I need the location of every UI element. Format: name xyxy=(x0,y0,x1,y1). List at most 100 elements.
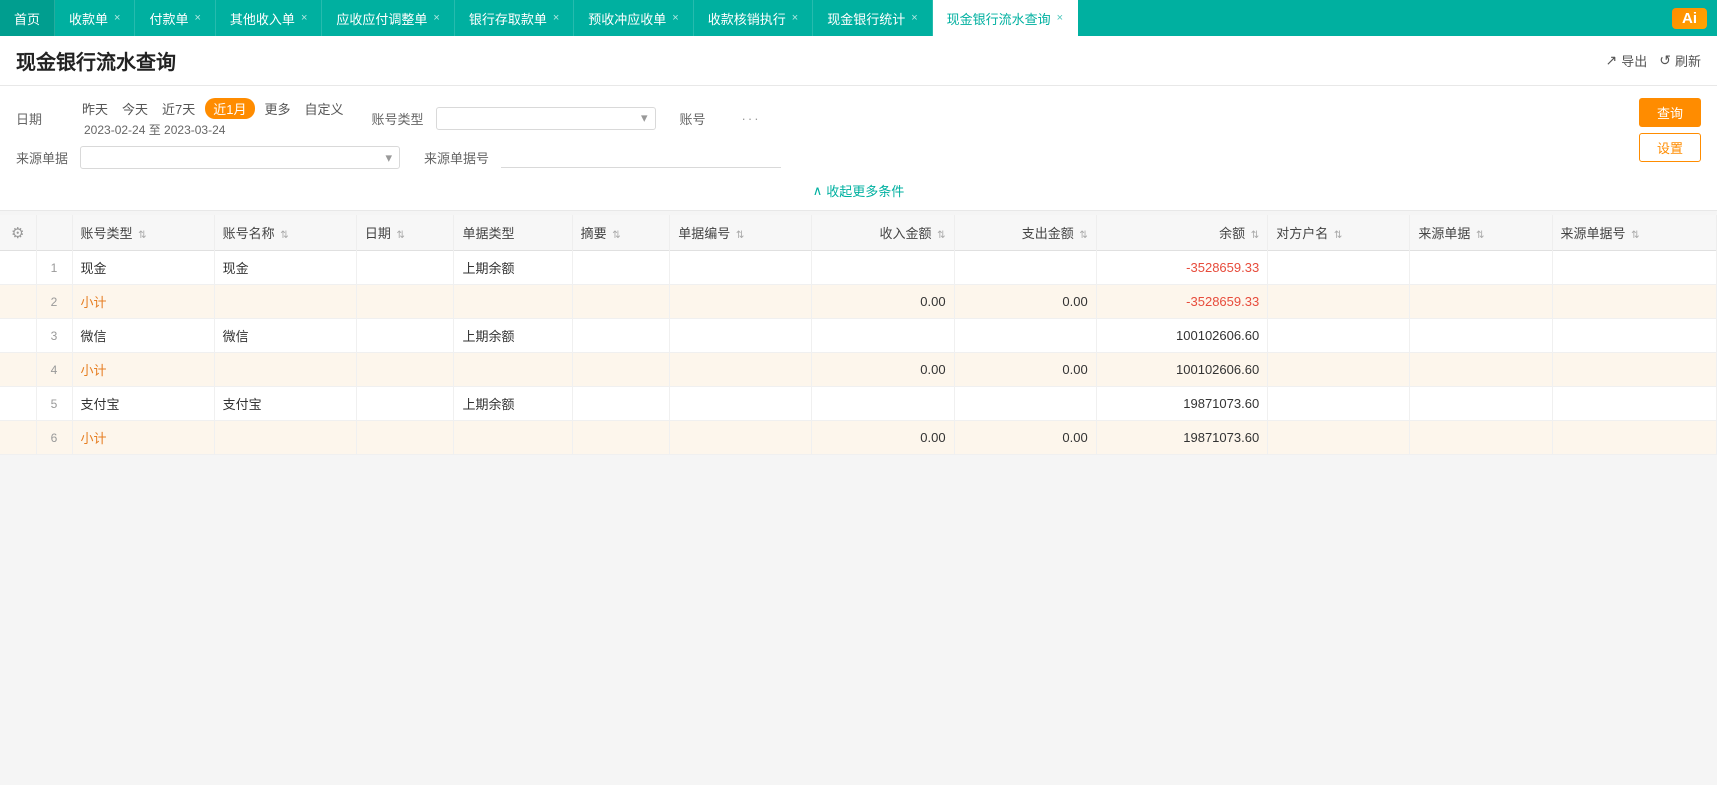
nav-item-pre-receipt[interactable]: 预收冲应收单 × xyxy=(574,0,693,36)
export-button[interactable]: ↗ 导出 xyxy=(1606,51,1648,70)
account-more-icon[interactable]: ··· xyxy=(742,111,761,126)
close-payment-icon[interactable]: × xyxy=(194,12,200,24)
nav-item-ar-ap-adjust[interactable]: 应收应付调整单 × xyxy=(322,0,454,36)
col-summary[interactable]: 摘要 ⇅ xyxy=(572,215,670,251)
collapse-bar[interactable]: ∧ 收起更多条件 xyxy=(16,177,1701,202)
source-doc-no-filter: 来源单据号 xyxy=(424,148,781,168)
row-income: 0.00 xyxy=(812,353,954,387)
source-doc-select[interactable] xyxy=(80,146,400,169)
sort-income-icon: ⇅ xyxy=(937,230,945,241)
close-receipt-icon[interactable]: × xyxy=(114,12,120,24)
nav-item-receipt-verify[interactable]: 收款核销执行 × xyxy=(694,0,813,36)
row-source-doc xyxy=(1410,421,1552,455)
col-doc-type: 单据类型 xyxy=(454,215,572,251)
nav-item-cash-bank-query[interactable]: 现金银行流水查询 × xyxy=(933,0,1078,36)
table-area: ⚙ 账号类型 ⇅ 账号名称 ⇅ 日期 ⇅ 单据类型 xyxy=(0,215,1717,455)
close-pre-receipt-icon[interactable]: × xyxy=(672,12,678,24)
col-account-name[interactable]: 账号名称 ⇅ xyxy=(214,215,356,251)
row-index-cell: 3 xyxy=(36,319,72,353)
col-settings[interactable]: ⚙ xyxy=(0,215,36,251)
sort-date-icon: ⇅ xyxy=(396,230,404,241)
col-doc-no[interactable]: 单据编号 ⇅ xyxy=(670,215,812,251)
close-bank-deposit-icon[interactable]: × xyxy=(553,12,559,24)
close-cash-bank-query-icon[interactable]: × xyxy=(1057,12,1063,24)
row-summary xyxy=(572,421,670,455)
account-type-select[interactable] xyxy=(436,107,656,130)
date-option-yesterday[interactable]: 昨天 xyxy=(78,98,112,119)
row-settings-cell xyxy=(0,285,36,319)
source-doc-filter: 来源单据 xyxy=(16,146,400,169)
row-source-doc-no xyxy=(1552,251,1717,285)
date-option-more[interactable]: 更多 xyxy=(261,98,295,119)
nav-ar-ap-label: 应收应付调整单 xyxy=(336,9,427,28)
sort-counterpart-icon: ⇅ xyxy=(1334,230,1342,241)
col-balance[interactable]: 余额 ⇅ xyxy=(1096,215,1267,251)
table-row: 4 小计 0.00 0.00 100102606.60 xyxy=(0,353,1717,387)
row-expense xyxy=(954,251,1096,285)
collapse-up-icon: ∧ xyxy=(813,183,823,199)
account-type-filter: 账号类型 xyxy=(372,107,656,130)
close-other-income-icon[interactable]: × xyxy=(301,12,307,24)
filter-area: 日期 昨天 今天 近7天 近1月 更多 自定义 2023-02-24 至 202… xyxy=(0,86,1717,211)
close-ar-ap-icon[interactable]: × xyxy=(433,12,439,24)
row-account-name: 支付宝 xyxy=(214,387,356,421)
nav-item-cash-bank-stats[interactable]: 现金银行统计 × xyxy=(813,0,932,36)
column-settings-icon[interactable]: ⚙ xyxy=(11,225,24,242)
ai-badge[interactable]: Ai xyxy=(1672,8,1707,29)
row-index-cell: 6 xyxy=(36,421,72,455)
col-source-doc-no[interactable]: 来源单据号 ⇅ xyxy=(1552,215,1717,251)
row-doc-type xyxy=(454,353,572,387)
refresh-icon: ↺ xyxy=(1659,52,1671,69)
row-doc-type xyxy=(454,421,572,455)
nav-home-label: 首页 xyxy=(14,9,40,28)
sort-source-doc-no-icon: ⇅ xyxy=(1631,230,1639,241)
row-settings-cell xyxy=(0,421,36,455)
row-account-name: 微信 xyxy=(214,319,356,353)
col-income[interactable]: 收入金额 ⇅ xyxy=(812,215,954,251)
row-date xyxy=(356,285,454,319)
date-option-today[interactable]: 今天 xyxy=(118,98,152,119)
collapse-label: 收起更多条件 xyxy=(826,181,904,200)
table-row: 1 现金 现金 上期余额 -3528659.33 xyxy=(0,251,1717,285)
row-summary xyxy=(572,319,670,353)
col-date[interactable]: 日期 ⇅ xyxy=(356,215,454,251)
nav-cash-bank-query-label: 现金银行流水查询 xyxy=(947,9,1051,28)
nav-item-bank-deposit[interactable]: 银行存取款单 × xyxy=(455,0,574,36)
close-receipt-verify-icon[interactable]: × xyxy=(792,12,798,24)
row-doc-no xyxy=(670,285,812,319)
row-settings-cell xyxy=(0,387,36,421)
date-option-7days[interactable]: 近7天 xyxy=(158,98,199,119)
col-expense[interactable]: 支出金额 ⇅ xyxy=(954,215,1096,251)
row-source-doc-no xyxy=(1552,319,1717,353)
nav-other-income-label: 其他收入单 xyxy=(230,9,295,28)
query-button[interactable]: 查询 xyxy=(1639,98,1701,127)
page-header: 现金银行流水查询 ↗ 导出 ↺ 刷新 xyxy=(0,36,1717,86)
source-doc-no-input[interactable] xyxy=(501,148,781,168)
nav-item-receipt[interactable]: 收款单 × xyxy=(55,0,135,36)
nav-item-home[interactable]: 首页 xyxy=(0,0,55,36)
nav-item-other-income[interactable]: 其他收入单 × xyxy=(216,0,322,36)
row-balance: 100102606.60 xyxy=(1096,353,1267,387)
row-income xyxy=(812,387,954,421)
settings-button[interactable]: 设置 xyxy=(1639,133,1701,162)
row-source-doc xyxy=(1410,319,1552,353)
date-filter: 日期 昨天 今天 近7天 近1月 更多 自定义 2023-02-24 至 202… xyxy=(16,98,348,138)
row-source-doc-no xyxy=(1552,285,1717,319)
account-label: 账号 xyxy=(680,109,730,128)
date-option-1month[interactable]: 近1月 xyxy=(205,98,254,119)
source-doc-label: 来源单据 xyxy=(16,148,68,167)
col-account-type[interactable]: 账号类型 ⇅ xyxy=(72,215,214,251)
col-index xyxy=(36,215,72,251)
date-option-custom[interactable]: 自定义 xyxy=(301,98,348,119)
row-settings-cell xyxy=(0,353,36,387)
sort-doc-no-icon: ⇅ xyxy=(736,230,744,241)
col-counterpart[interactable]: 对方户名 ⇅ xyxy=(1268,215,1410,251)
col-source-doc[interactable]: 来源单据 ⇅ xyxy=(1410,215,1552,251)
row-counterpart xyxy=(1268,421,1410,455)
row-doc-no xyxy=(670,421,812,455)
refresh-button[interactable]: ↺ 刷新 xyxy=(1659,51,1701,70)
nav-item-payment[interactable]: 付款单 × xyxy=(135,0,215,36)
row-expense xyxy=(954,319,1096,353)
row-expense: 0.00 xyxy=(954,353,1096,387)
close-cash-bank-stats-icon[interactable]: × xyxy=(911,12,917,24)
